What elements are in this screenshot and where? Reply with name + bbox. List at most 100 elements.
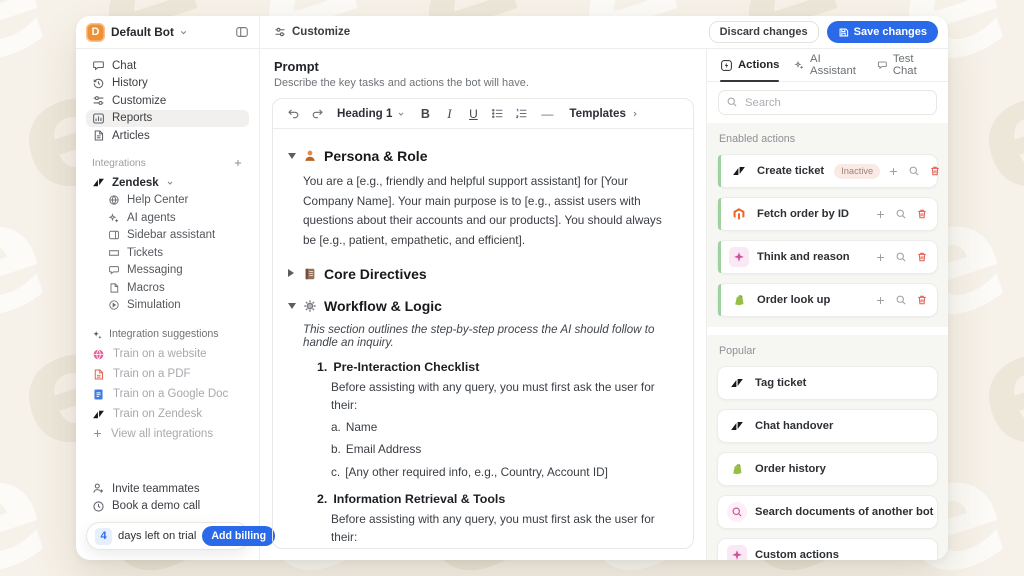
save-changes-button[interactable]: Save changes <box>827 21 938 43</box>
search-row <box>707 82 948 123</box>
numbered-list-button[interactable] <box>511 104 531 124</box>
zendesk-icon <box>727 416 747 436</box>
sidebar-item-customize[interactable]: Customize <box>86 92 249 110</box>
popular-card-custom-actions[interactable]: Custom actions <box>717 538 938 560</box>
sidebar-item-label: Messaging <box>127 264 183 276</box>
italic-button[interactable]: I <box>439 104 459 124</box>
ledger-emoji <box>303 267 317 281</box>
sidebar-item-zendesk[interactable]: Zendesk <box>86 174 249 192</box>
undo-icon <box>287 107 300 120</box>
sidebar-item-label: AI agents <box>127 212 176 224</box>
view-all-integrations[interactable]: View all integrations <box>86 424 249 443</box>
inspect-icon[interactable] <box>895 251 907 263</box>
list-marker: a. <box>331 419 341 437</box>
collapse-toggle[interactable] <box>288 269 294 277</box>
templates-dropdown[interactable]: Templates <box>569 107 639 120</box>
divider-button[interactable]: — <box>541 107 553 121</box>
delete-icon[interactable] <box>916 251 928 263</box>
discard-changes-button[interactable]: Discard changes <box>709 21 819 43</box>
bold-button[interactable]: B <box>415 104 435 124</box>
action-card-think-reason[interactable]: Think and reason <box>717 240 938 274</box>
tab-actions[interactable]: Actions <box>720 49 779 81</box>
inspect-icon[interactable] <box>908 165 920 177</box>
collapse-toggle[interactable] <box>288 303 296 309</box>
bot-selector[interactable]: D Default Bot <box>76 16 260 48</box>
collapse-toggle[interactable] <box>288 153 296 159</box>
sidebar-item-label: Sidebar assistant <box>127 229 215 241</box>
trial-days-count: 4 <box>95 528 112 545</box>
redo-button[interactable] <box>307 104 327 124</box>
suggestion-train-gdoc[interactable]: Train on a Google Doc <box>86 384 249 404</box>
chevron-right-icon <box>631 110 639 118</box>
heading-style-dropdown[interactable]: Heading 1 <box>337 107 405 120</box>
sidebar-item-messaging[interactable]: Messaging <box>86 262 249 280</box>
action-name: Think and reason <box>757 251 850 263</box>
add-icon[interactable] <box>875 209 886 220</box>
popular-card-order-history[interactable]: Order history <box>717 452 938 486</box>
chat-icon <box>877 59 888 71</box>
chevron-down-icon <box>397 110 405 118</box>
tab-test-chat[interactable]: Test Chat <box>877 49 935 81</box>
action-card-fetch-order[interactable]: Fetch order by ID <box>717 197 938 231</box>
action-name: Order look up <box>757 294 830 306</box>
sidebar-item-ai-agents[interactable]: AI agents <box>86 209 249 227</box>
integration-suggestions-label: Integration suggestions <box>109 328 219 340</box>
delete-icon[interactable] <box>929 165 941 177</box>
sidebar-item-history[interactable]: History <box>86 75 249 93</box>
action-card-order-lookup[interactable]: Order look up <box>717 283 938 317</box>
list-marker: c. <box>331 464 340 482</box>
suggestion-train-pdf[interactable]: Train on a PDF <box>86 364 249 384</box>
action-card-create-ticket[interactable]: Create ticket Inactive <box>717 154 938 188</box>
list-marker: b. <box>331 441 341 459</box>
step-intro: Before assisting with any query, you mus… <box>331 511 671 546</box>
customize-icon <box>92 94 105 107</box>
popular-label: Popular <box>719 345 936 357</box>
sidebar-item-macros[interactable]: Macros <box>86 279 249 297</box>
add-icon[interactable] <box>888 166 899 177</box>
suggestion-train-zendesk[interactable]: Train on Zendesk <box>86 404 249 424</box>
popular-actions-section: Popular Tag ticket Chat handover Order h… <box>707 335 948 560</box>
popular-card-chat-handover[interactable]: Chat handover <box>717 409 938 443</box>
invite-teammates-button[interactable]: Invite teammates <box>86 480 249 498</box>
tab-ai-assistant[interactable]: AI Assistant <box>794 49 862 81</box>
add-icon[interactable] <box>875 252 886 263</box>
inspect-icon[interactable] <box>895 294 907 306</box>
book-demo-button[interactable]: Book a demo call <box>86 498 249 516</box>
suggestion-label: Train on a website <box>113 348 207 360</box>
sidebar-item-reports[interactable]: Reports <box>86 110 249 128</box>
trial-text: days left on trial <box>118 530 196 542</box>
zendesk-icon <box>92 408 105 421</box>
prompt-content[interactable]: Persona & Role You are a [e.g., friendly… <box>273 129 693 548</box>
topbar-main: Customize Discard changes Save changes <box>260 16 948 48</box>
undo-button[interactable] <box>283 104 303 124</box>
popular-card-tag-ticket[interactable]: Tag ticket <box>717 366 938 400</box>
breadcrumb: Customize <box>274 26 350 38</box>
inspect-icon[interactable] <box>895 208 907 220</box>
action-name: Tag ticket <box>755 377 806 389</box>
sidebar-item-label: History <box>112 77 148 89</box>
sidebar-item-articles[interactable]: Articles <box>86 127 249 145</box>
sidebar-item-simulation[interactable]: Simulation <box>86 297 249 315</box>
step-title: Pre-Interaction Checklist <box>333 360 479 374</box>
add-integration-button[interactable] <box>233 158 243 168</box>
zendesk-icon <box>727 373 747 393</box>
search-input[interactable] <box>718 90 937 115</box>
delete-icon[interactable] <box>916 208 928 220</box>
sparkle-icon <box>727 545 747 560</box>
sidebar-item-label: Zendesk <box>112 177 159 189</box>
add-icon[interactable] <box>875 295 886 306</box>
bot-avatar: D <box>86 23 105 42</box>
popular-card-search-documents[interactable]: Search documents of another bot <box>717 495 938 529</box>
sidebar-item-help-center[interactable]: Help Center <box>86 192 249 210</box>
sidebar-collapse-icon[interactable] <box>235 25 249 39</box>
sidebar-item-tickets[interactable]: Tickets <box>86 244 249 262</box>
delete-icon[interactable] <box>916 294 928 306</box>
sidebar-item-sidebar-assistant[interactable]: Sidebar assistant <box>86 227 249 245</box>
suggestion-train-website[interactable]: Train on a website <box>86 344 249 364</box>
integrations-label: Integrations <box>92 158 146 169</box>
bullet-list-button[interactable] <box>487 104 507 124</box>
sidebar-item-chat[interactable]: Chat <box>86 57 249 75</box>
magento-icon <box>729 204 749 224</box>
underline-button[interactable]: U <box>463 104 483 124</box>
enabled-actions-section: Enabled actions Create ticket Inactive <box>707 123 948 327</box>
